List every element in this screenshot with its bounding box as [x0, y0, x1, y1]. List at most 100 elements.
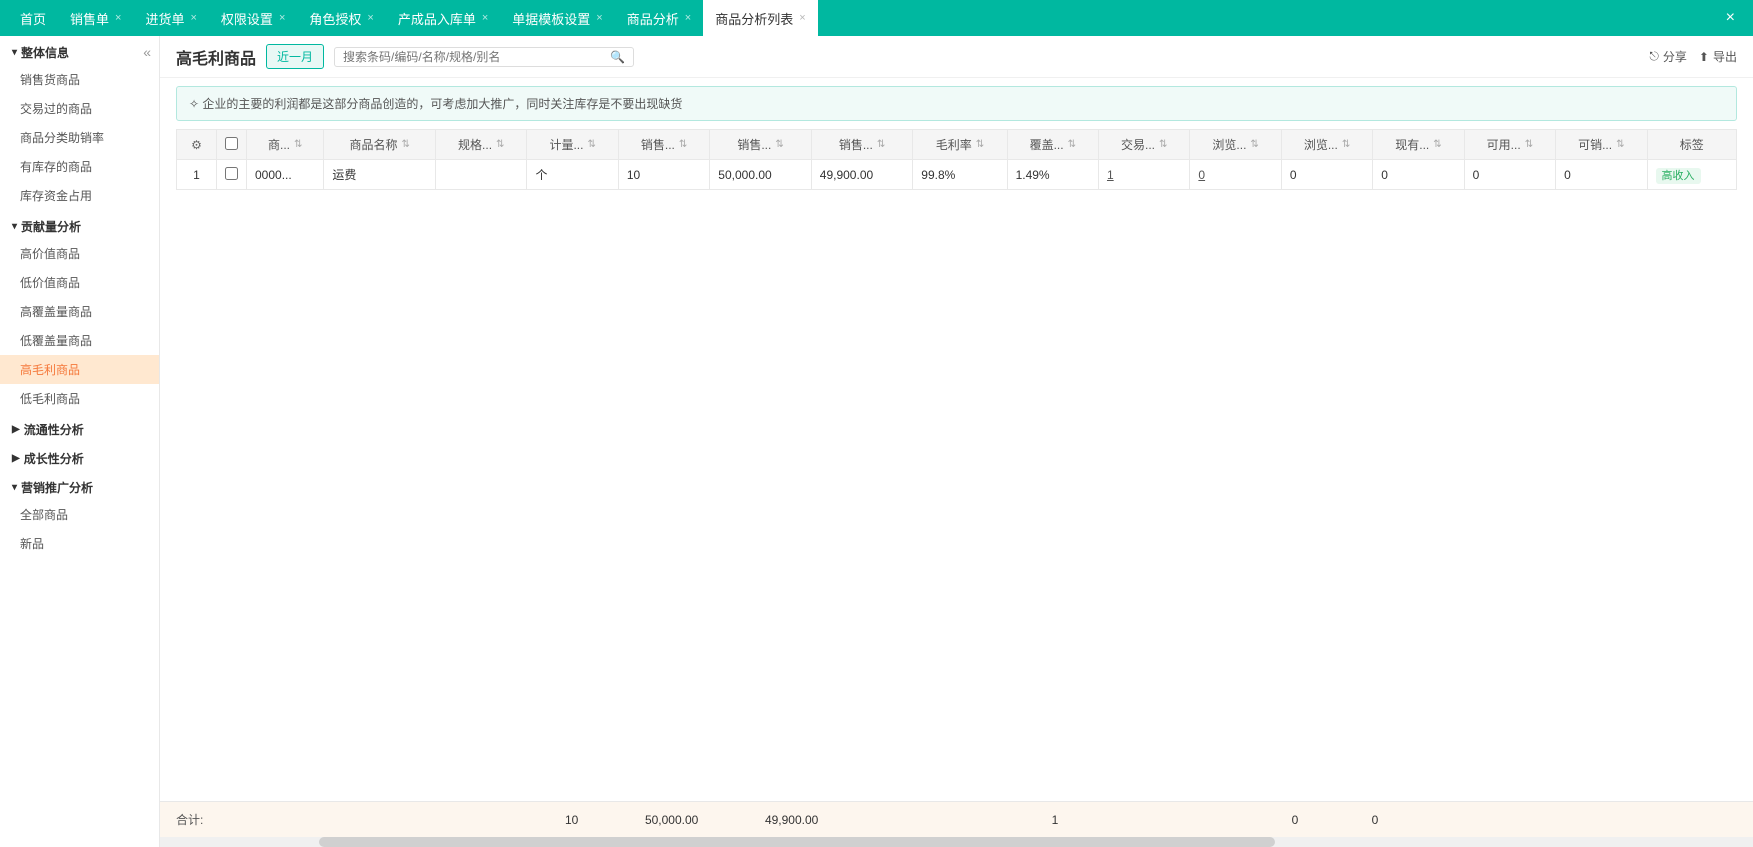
nav-sales-order[interactable]: 销售单 × — [58, 0, 133, 36]
nav-purchase-order[interactable]: 进货单 × — [133, 0, 208, 36]
th-available-stock[interactable]: 可用... ⇅ — [1464, 130, 1555, 160]
close-template-settings[interactable]: × — [596, 12, 602, 24]
th-spec[interactable]: 规格... ⇅ — [436, 130, 527, 160]
search-box: 🔍 — [334, 47, 634, 67]
product-table: ⚙ 商... ⇅ 商品名称 — [176, 129, 1737, 190]
horizontal-scrollbar[interactable] — [160, 837, 1753, 847]
cell-trade-count: 1 — [1098, 160, 1189, 190]
th-unit[interactable]: 计量... ⇅ — [527, 130, 618, 160]
close-all-tabs[interactable]: × — [1716, 9, 1745, 27]
th-code[interactable]: 商... ⇅ — [247, 130, 324, 160]
close-product-analysis-list[interactable]: × — [799, 12, 805, 24]
row-checkbox[interactable] — [225, 167, 238, 180]
sidebar-item-traded-goods[interactable]: 交易过的商品 — [0, 94, 159, 123]
info-text: ✧ 企业的主要的利润都是这部分商品创造的，可考虑加大推广，同时关注库存是不要出现… — [189, 95, 682, 112]
nav-role-auth[interactable]: 角色授权 × — [297, 0, 385, 36]
th-check[interactable] — [217, 130, 247, 160]
sort-icon-sellable-days: ⇅ — [1616, 139, 1624, 150]
sort-icon-sales-qty: ⇅ — [679, 139, 687, 150]
th-name[interactable]: 商品名称 ⇅ — [324, 130, 436, 160]
sidebar-item-low-coverage[interactable]: 低覆盖量商品 — [0, 326, 159, 355]
th-current-stock[interactable]: 现有... ⇅ — [1373, 130, 1464, 160]
sidebar-group-contribution[interactable]: ▾ 贡献量分析 — [0, 210, 159, 239]
th-gross-margin[interactable]: 毛利率 ⇅ — [913, 130, 1007, 160]
th-coverage[interactable]: 覆盖... ⇅ — [1007, 130, 1098, 160]
close-product-inbound[interactable]: × — [482, 12, 488, 24]
th-browse2[interactable]: 浏览... ⇅ — [1281, 130, 1372, 160]
footer-label: 合计: — [176, 811, 211, 828]
sidebar-collapse-btn[interactable]: « — [143, 44, 151, 60]
th-browse1[interactable]: 浏览... ⇅ — [1190, 130, 1281, 160]
search-input[interactable] — [343, 50, 610, 64]
sidebar-item-category-sales-rate[interactable]: 商品分类助销率 — [0, 123, 159, 152]
select-all-checkbox[interactable] — [225, 137, 238, 150]
th-gear[interactable]: ⚙ — [177, 130, 217, 160]
sidebar-item-in-stock-goods[interactable]: 有库存的商品 — [0, 152, 159, 181]
sidebar-group-marketing-items: 全部商品 新品 — [0, 500, 159, 558]
sidebar-group-growth[interactable]: ▶ 成长性分析 — [0, 442, 159, 471]
arrow-right-icon: ▶ — [12, 424, 20, 435]
sidebar-group-liquidity[interactable]: ▶ 流通性分析 — [0, 413, 159, 442]
cell-available-stock: 0 — [1464, 160, 1555, 190]
share-icon: ⎋ — [1649, 49, 1659, 64]
th-sales-qty[interactable]: 销售... ⇅ — [618, 130, 709, 160]
sort-icon-trade-count: ⇅ — [1159, 139, 1167, 150]
th-sellable-days[interactable]: 可销... ⇅ — [1556, 130, 1647, 160]
scrollbar-thumb[interactable] — [319, 837, 1275, 847]
cell-check[interactable] — [217, 160, 247, 190]
sidebar-item-all-goods[interactable]: 全部商品 — [0, 500, 159, 529]
footer-available-stock: 0 — [1306, 813, 1386, 827]
close-role-auth[interactable]: × — [367, 12, 373, 24]
sidebar-item-new-goods[interactable]: 新品 — [0, 529, 159, 558]
cell-name: 运费 — [324, 160, 436, 190]
export-btn[interactable]: ⬆ 导出 — [1699, 48, 1737, 65]
arrow-down-icon-3: ▾ — [12, 482, 17, 493]
th-sales-amount[interactable]: 销售... ⇅ — [710, 130, 811, 160]
sort-icon-browse1: ⇅ — [1250, 139, 1258, 150]
header-actions: ⎋ 分享 ⬆ 导出 — [1649, 48, 1737, 65]
footer-sales-qty: 10 — [506, 813, 586, 827]
nav-product-analysis-list[interactable]: 商品分析列表 × — [703, 0, 817, 36]
th-sales-cost[interactable]: 销售... ⇅ — [811, 130, 912, 160]
close-product-analysis[interactable]: × — [685, 12, 691, 24]
cell-browse2: 0 — [1281, 160, 1372, 190]
sidebar-group-contribution-items: 高价值商品 低价值商品 高覆盖量商品 低覆盖量商品 高毛利商品 低毛利商品 — [0, 239, 159, 413]
sidebar-group-overview[interactable]: ▾ 整体信息 — [0, 36, 159, 65]
cell-seq: 1 — [177, 160, 217, 190]
nav-template-settings[interactable]: 单据模板设置 × — [500, 0, 614, 36]
nav-product-analysis[interactable]: 商品分析 × — [615, 0, 703, 36]
cell-sales-amount: 50,000.00 — [710, 160, 811, 190]
footer-trade-count: 1 — [986, 813, 1066, 827]
cell-sales-cost: 49,900.00 — [811, 160, 912, 190]
close-sales-order[interactable]: × — [115, 12, 121, 24]
sidebar-item-sales-goods[interactable]: 销售货商品 — [0, 65, 159, 94]
sidebar-item-high-margin[interactable]: 高毛利商品 — [0, 355, 159, 384]
share-btn[interactable]: ⎋ 分享 — [1649, 48, 1687, 65]
sidebar-item-stock-capital[interactable]: 库存资金占用 — [0, 181, 159, 210]
info-banner: ✧ 企业的主要的利润都是这部分商品创造的，可考虑加大推广，同时关注库存是不要出现… — [176, 86, 1737, 121]
cell-browse1: 0 — [1190, 160, 1281, 190]
content-header: 高毛利商品 近一月 🔍 ⎋ 分享 ⬆ 导出 — [160, 36, 1753, 78]
table-row: 1 0000... 运费 个 10 50,000.00 49,900.00 99… — [177, 160, 1737, 190]
cell-sellable-days: 0 — [1556, 160, 1647, 190]
sidebar-item-high-coverage[interactable]: 高覆盖量商品 — [0, 297, 159, 326]
sort-icon-coverage: ⇅ — [1068, 139, 1076, 150]
nav-permission-settings[interactable]: 权限设置 × — [209, 0, 297, 36]
sidebar-group-marketing[interactable]: ▾ 营销推广分析 — [0, 471, 159, 500]
search-icon[interactable]: 🔍 — [610, 50, 625, 64]
th-tag[interactable]: 标签 — [1647, 130, 1736, 160]
close-permission-settings[interactable]: × — [279, 12, 285, 24]
th-trade-count[interactable]: 交易... ⇅ — [1098, 130, 1189, 160]
sidebar-item-low-value[interactable]: 低价值商品 — [0, 268, 159, 297]
nav-product-inbound[interactable]: 产成品入库单 × — [386, 0, 500, 36]
content-area: 高毛利商品 近一月 🔍 ⎋ 分享 ⬆ 导出 ✧ 企业的主要的利润都是这部分商品创… — [160, 36, 1753, 847]
footer-cells: 10 50,000.00 49,900.00 1 0 0 — [211, 813, 1737, 827]
nav-home[interactable]: 首页 — [8, 0, 58, 36]
sidebar-item-high-value[interactable]: 高价值商品 — [0, 239, 159, 268]
cell-current-stock: 0 — [1373, 160, 1464, 190]
footer-sales-amount: 50,000.00 — [586, 813, 706, 827]
sidebar-item-low-margin[interactable]: 低毛利商品 — [0, 384, 159, 413]
filter-period-btn[interactable]: 近一月 — [266, 44, 324, 69]
cell-gross-margin: 99.8% — [913, 160, 1007, 190]
close-purchase-order[interactable]: × — [190, 12, 196, 24]
